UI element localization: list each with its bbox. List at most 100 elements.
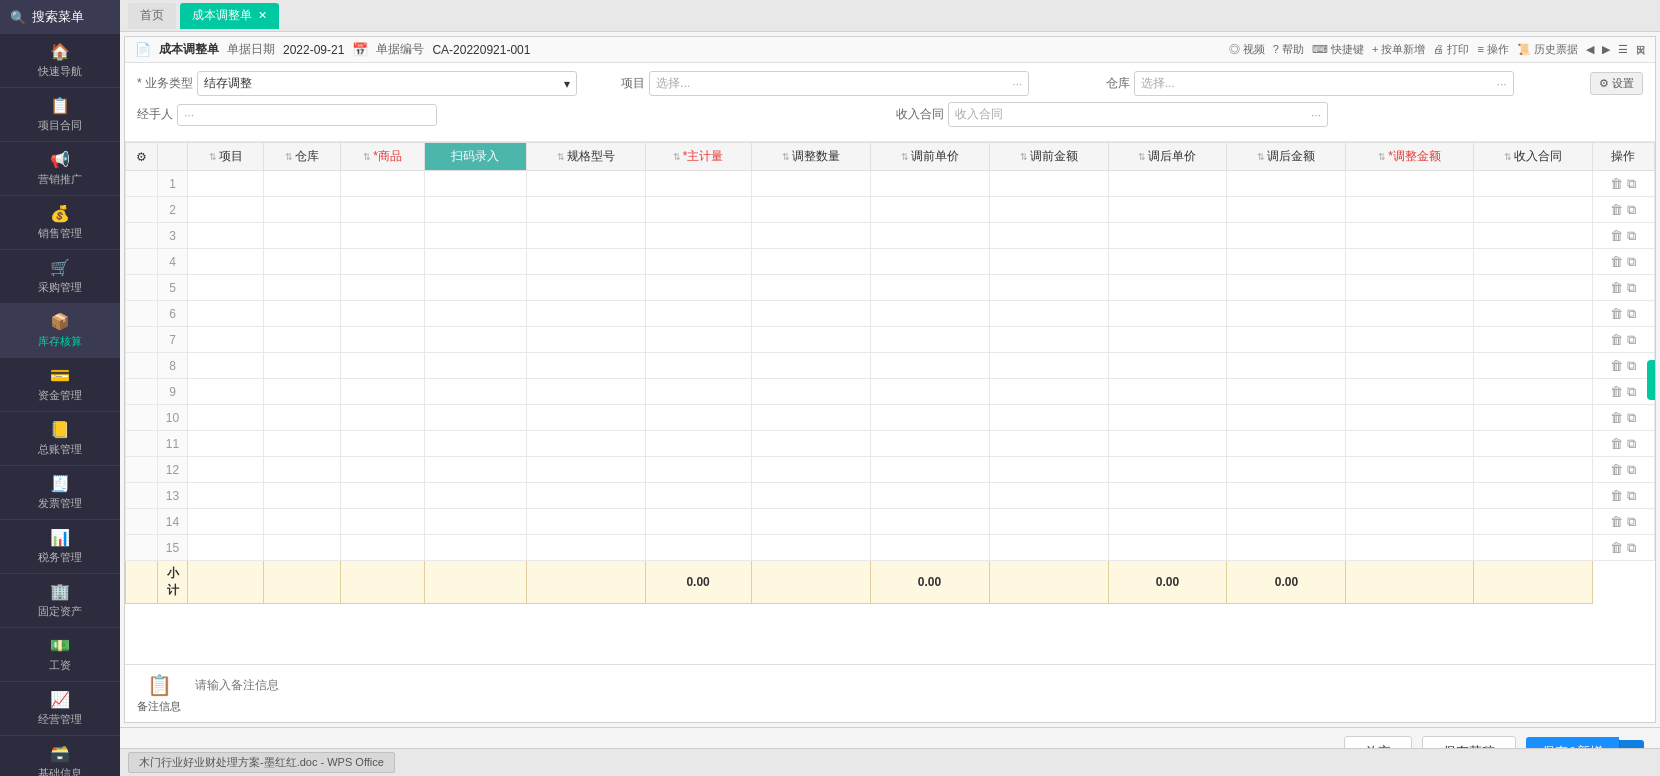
col-project[interactable]: ⇅项目 bbox=[188, 143, 264, 171]
table-cell[interactable] bbox=[1473, 301, 1592, 327]
col-spec[interactable]: ⇅规格型号 bbox=[526, 143, 645, 171]
table-cell[interactable] bbox=[188, 405, 264, 431]
table-cell[interactable] bbox=[645, 327, 751, 353]
table-cell[interactable] bbox=[1473, 431, 1592, 457]
table-cell[interactable] bbox=[870, 249, 989, 275]
table-cell[interactable] bbox=[870, 379, 989, 405]
col-before-amount[interactable]: ⇅调前金额 bbox=[989, 143, 1108, 171]
tab-cost-adjust[interactable]: 成本调整单 ✕ bbox=[180, 3, 279, 29]
table-cell[interactable] bbox=[188, 249, 264, 275]
table-cell[interactable] bbox=[989, 457, 1108, 483]
table-cell[interactable] bbox=[989, 535, 1108, 561]
nav-prev[interactable]: ◀ bbox=[1586, 43, 1594, 56]
table-cell[interactable] bbox=[1473, 509, 1592, 535]
notes-input[interactable] bbox=[191, 673, 1643, 709]
col-warehouse[interactable]: ⇅仓库 bbox=[264, 143, 340, 171]
table-cell[interactable] bbox=[1346, 457, 1473, 483]
copy-icon[interactable]: ⧉ bbox=[1627, 254, 1636, 270]
table-cell[interactable] bbox=[526, 379, 645, 405]
delete-icon[interactable]: 🗑 bbox=[1610, 384, 1623, 400]
sidebar-item-payroll[interactable]: 💵 工资 bbox=[0, 628, 120, 682]
table-cell[interactable] bbox=[645, 171, 751, 197]
table-cell[interactable] bbox=[870, 535, 989, 561]
table-cell[interactable] bbox=[989, 249, 1108, 275]
table-cell[interactable] bbox=[188, 327, 264, 353]
table-cell[interactable] bbox=[1108, 223, 1227, 249]
table-cell[interactable] bbox=[425, 353, 526, 379]
table-cell[interactable] bbox=[340, 457, 425, 483]
table-cell[interactable] bbox=[1108, 301, 1227, 327]
table-cell[interactable] bbox=[425, 431, 526, 457]
table-cell[interactable] bbox=[751, 301, 870, 327]
table-cell[interactable] bbox=[264, 457, 340, 483]
table-cell[interactable] bbox=[264, 431, 340, 457]
table-cell[interactable] bbox=[645, 275, 751, 301]
table-cell[interactable] bbox=[1108, 275, 1227, 301]
table-cell[interactable] bbox=[425, 327, 526, 353]
delete-icon[interactable]: 🗑 bbox=[1610, 176, 1623, 192]
table-cell[interactable] bbox=[340, 223, 425, 249]
toolbar-video[interactable]: ◎ 视频 bbox=[1229, 42, 1265, 57]
table-cell[interactable] bbox=[264, 405, 340, 431]
nav-next[interactable]: ▶ bbox=[1602, 43, 1610, 56]
table-cell[interactable] bbox=[1346, 509, 1473, 535]
delete-icon[interactable]: 🗑 bbox=[1610, 280, 1623, 296]
copy-icon[interactable]: ⧉ bbox=[1627, 410, 1636, 426]
copy-icon[interactable]: ⧉ bbox=[1627, 384, 1636, 400]
table-cell[interactable] bbox=[645, 249, 751, 275]
table-cell[interactable] bbox=[264, 249, 340, 275]
table-cell[interactable] bbox=[1108, 379, 1227, 405]
col-before-price[interactable]: ⇅调前单价 bbox=[870, 143, 989, 171]
table-cell[interactable] bbox=[989, 509, 1108, 535]
table-cell[interactable] bbox=[188, 171, 264, 197]
sidebar-item-project-contract[interactable]: 📋 项目合同 bbox=[0, 88, 120, 142]
table-cell[interactable] bbox=[526, 483, 645, 509]
table-cell[interactable] bbox=[1346, 249, 1473, 275]
table-cell[interactable] bbox=[989, 379, 1108, 405]
copy-icon[interactable]: ⧉ bbox=[1627, 358, 1636, 374]
table-cell[interactable] bbox=[751, 249, 870, 275]
copy-icon[interactable]: ⧉ bbox=[1627, 228, 1636, 244]
table-cell[interactable] bbox=[264, 535, 340, 561]
copy-icon[interactable]: ⧉ bbox=[1627, 176, 1636, 192]
table-cell[interactable] bbox=[1346, 483, 1473, 509]
table-cell[interactable] bbox=[751, 379, 870, 405]
table-cell[interactable] bbox=[264, 509, 340, 535]
delete-icon[interactable]: 🗑 bbox=[1610, 410, 1623, 426]
table-cell[interactable] bbox=[1108, 171, 1227, 197]
table-cell[interactable] bbox=[1108, 353, 1227, 379]
sidebar-item-base-info[interactable]: 🗃️ 基础信息 bbox=[0, 736, 120, 776]
table-cell[interactable] bbox=[751, 405, 870, 431]
table-cell[interactable] bbox=[526, 353, 645, 379]
delete-icon[interactable]: 🗑 bbox=[1610, 540, 1623, 556]
table-cell[interactable] bbox=[526, 171, 645, 197]
table-cell[interactable] bbox=[1473, 249, 1592, 275]
table-cell[interactable] bbox=[1473, 483, 1592, 509]
table-cell[interactable] bbox=[1346, 327, 1473, 353]
sidebar-item-operations[interactable]: 📈 经营管理 bbox=[0, 682, 120, 736]
table-cell[interactable] bbox=[989, 301, 1108, 327]
table-cell[interactable] bbox=[989, 405, 1108, 431]
income-contract-input[interactable]: 收入合同 ··· bbox=[948, 102, 1328, 127]
table-cell[interactable] bbox=[264, 301, 340, 327]
table-cell[interactable] bbox=[645, 457, 751, 483]
copy-icon[interactable]: ⧉ bbox=[1627, 202, 1636, 218]
sidebar-item-tax[interactable]: 📊 税务管理 bbox=[0, 520, 120, 574]
table-cell[interactable] bbox=[1473, 327, 1592, 353]
table-cell[interactable] bbox=[526, 405, 645, 431]
table-cell[interactable] bbox=[870, 223, 989, 249]
table-cell[interactable] bbox=[1227, 249, 1346, 275]
table-cell[interactable] bbox=[1227, 171, 1346, 197]
table-cell[interactable] bbox=[526, 535, 645, 561]
col-product[interactable]: ⇅*商品 bbox=[340, 143, 425, 171]
table-cell[interactable] bbox=[188, 431, 264, 457]
copy-icon[interactable]: ⧉ bbox=[1627, 488, 1636, 504]
table-cell[interactable] bbox=[425, 457, 526, 483]
table-cell[interactable] bbox=[989, 275, 1108, 301]
table-cell[interactable] bbox=[188, 353, 264, 379]
toolbar-shortcut[interactable]: ⌨ 快捷键 bbox=[1312, 42, 1364, 57]
table-cell[interactable] bbox=[751, 171, 870, 197]
calendar-icon[interactable]: 📅 bbox=[352, 42, 368, 57]
sidebar-item-purchase-management[interactable]: 🛒 采购管理 bbox=[0, 250, 120, 304]
table-cell[interactable] bbox=[870, 405, 989, 431]
